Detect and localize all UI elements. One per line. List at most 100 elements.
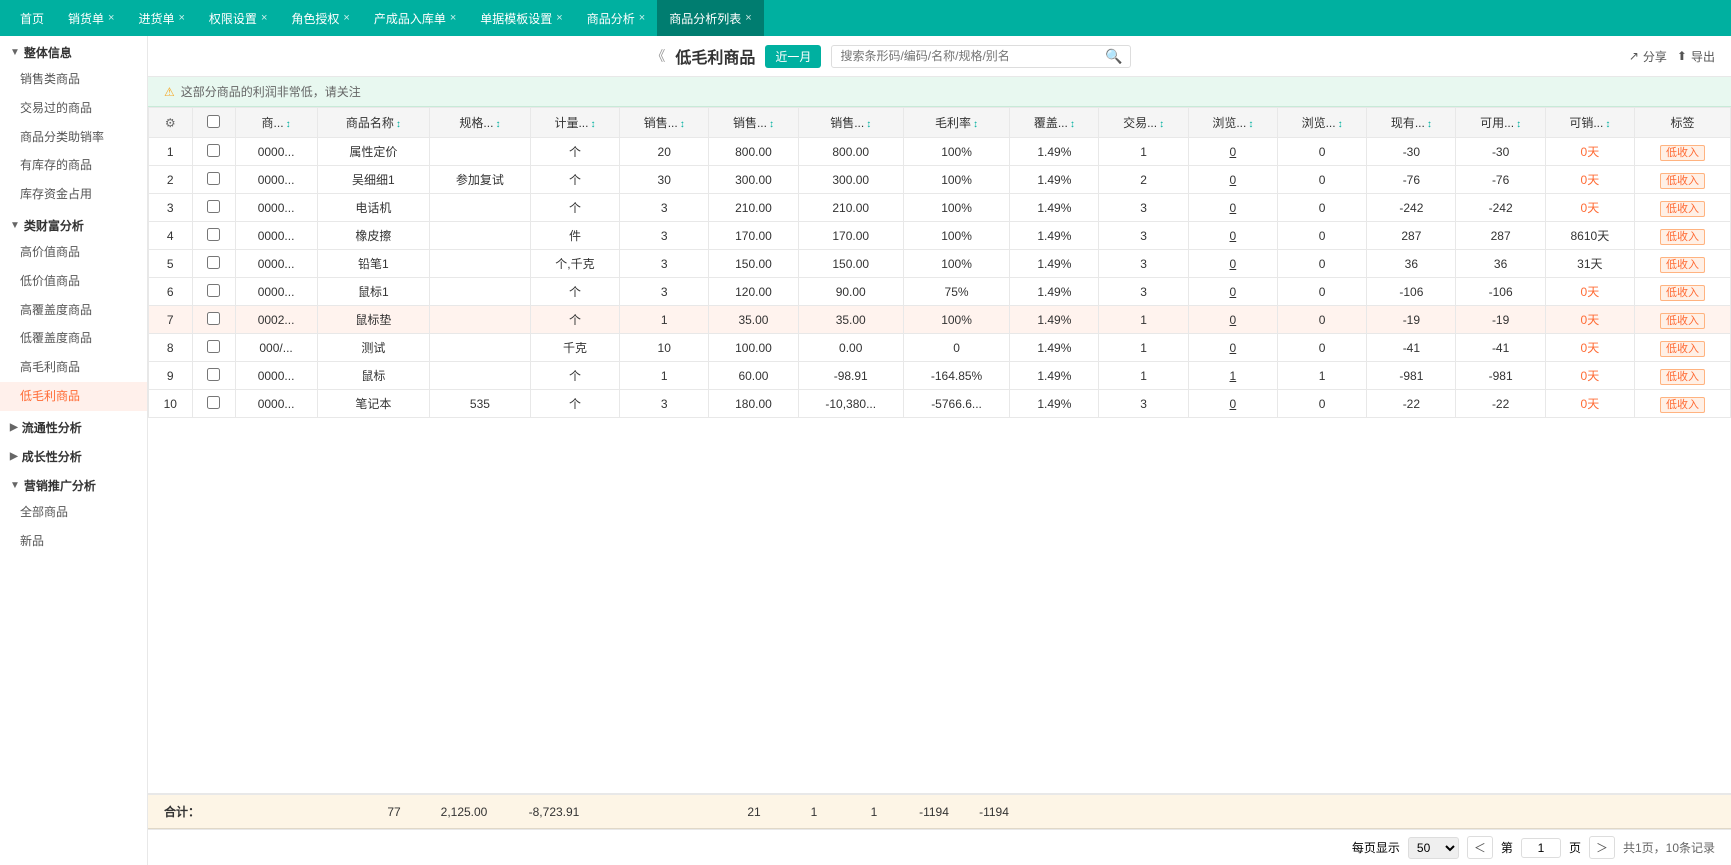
col-spec[interactable]: 规格...↕	[430, 108, 531, 138]
sidebar-item-high-coverage[interactable]: 高覆盖度商品	[0, 296, 147, 325]
sidebar-group-wealth[interactable]: ▼ 类财富分析	[0, 209, 147, 238]
sidebar-item-low-margin[interactable]: 低毛利商品	[0, 382, 147, 411]
sidebar-group-marketing[interactable]: ▼ 营销推广分析	[0, 469, 147, 498]
col-sale-qty[interactable]: 销售...↕	[620, 108, 709, 138]
cell-checkbox[interactable]	[192, 250, 235, 278]
row-checkbox[interactable]	[207, 144, 220, 157]
nav-sales[interactable]: 销货单 ×	[56, 0, 126, 36]
sidebar-item-high-margin[interactable]: 高毛利商品	[0, 353, 147, 382]
row-checkbox[interactable]	[207, 368, 220, 381]
sidebar-item-all-goods[interactable]: 全部商品	[0, 498, 147, 527]
cell-view1[interactable]: 0	[1188, 222, 1277, 250]
view1-link[interactable]: 0	[1230, 285, 1237, 299]
nav-roles-close[interactable]: ×	[343, 12, 349, 24]
sidebar-item-stock-goods[interactable]: 有库存的商品	[0, 151, 147, 180]
sidebar-collapse-btn[interactable]: 《	[651, 46, 665, 66]
cell-view1[interactable]: 0	[1188, 194, 1277, 222]
view1-link[interactable]: 0	[1230, 313, 1237, 327]
view1-link[interactable]: 1	[1230, 369, 1237, 383]
date-filter-button[interactable]: 近一月	[765, 45, 821, 68]
view1-link[interactable]: 0	[1230, 201, 1237, 215]
sidebar-item-low-value[interactable]: 低价值商品	[0, 267, 147, 296]
sidebar-item-stock-funds[interactable]: 库存资金占用	[0, 180, 147, 209]
search-icon[interactable]: 🔍	[1105, 48, 1122, 65]
view1-link[interactable]: 0	[1230, 145, 1237, 159]
nav-permissions[interactable]: 权限设置 ×	[197, 0, 279, 36]
share-button[interactable]: ↗ 分享	[1629, 48, 1667, 65]
nav-product-entry-close[interactable]: ×	[450, 12, 456, 24]
row-checkbox[interactable]	[207, 312, 220, 325]
view1-link[interactable]: 0	[1230, 229, 1237, 243]
nav-roles[interactable]: 角色授权 ×	[279, 0, 361, 36]
select-all-checkbox[interactable]	[207, 115, 220, 128]
nav-purchase[interactable]: 进货单 ×	[126, 0, 196, 36]
cell-view1[interactable]: 0	[1188, 334, 1277, 362]
row-checkbox[interactable]	[207, 228, 220, 241]
view1-link[interactable]: 0	[1230, 257, 1237, 271]
cell-checkbox[interactable]	[192, 306, 235, 334]
col-gross-rate[interactable]: 毛利率↕	[903, 108, 1009, 138]
prev-page-button[interactable]: ＜	[1467, 836, 1493, 859]
col-coverage[interactable]: 覆盖...↕	[1010, 108, 1099, 138]
col-sale-amount[interactable]: 销售...↕	[798, 108, 903, 138]
cell-checkbox[interactable]	[192, 278, 235, 306]
view1-link[interactable]: 0	[1230, 397, 1237, 411]
sidebar-item-new-goods[interactable]: 新品	[0, 527, 147, 556]
cell-checkbox[interactable]	[192, 334, 235, 362]
nav-permissions-close[interactable]: ×	[261, 12, 267, 24]
page-number-input[interactable]	[1521, 838, 1561, 858]
col-unit[interactable]: 计量...↕	[530, 108, 619, 138]
cell-checkbox[interactable]	[192, 166, 235, 194]
sidebar-item-traded-goods[interactable]: 交易过的商品	[0, 94, 147, 123]
table-container[interactable]: ⚙ 商...↕ 商品名称↕ 规格...↕ 计量...↕ 销售...↕ 销售...…	[148, 107, 1731, 793]
nav-template-close[interactable]: ×	[556, 12, 562, 24]
col-sellable[interactable]: 可销...↕	[1545, 108, 1634, 138]
cell-view1[interactable]: 0	[1188, 278, 1277, 306]
nav-sales-close[interactable]: ×	[108, 12, 114, 24]
cell-checkbox[interactable]	[192, 390, 235, 418]
sidebar-item-sales-goods[interactable]: 销售类商品	[0, 65, 147, 94]
cell-checkbox[interactable]	[192, 222, 235, 250]
nav-template[interactable]: 单据模板设置 ×	[468, 0, 574, 36]
row-checkbox[interactable]	[207, 396, 220, 409]
col-view2[interactable]: 浏览...↕	[1277, 108, 1366, 138]
cell-checkbox[interactable]	[192, 138, 235, 166]
sidebar-group-growth[interactable]: ▶ 成长性分析	[0, 440, 147, 469]
col-trade[interactable]: 交易...↕	[1099, 108, 1188, 138]
sidebar-group-circulation[interactable]: ▶ 流通性分析	[0, 411, 147, 440]
sidebar-item-low-coverage[interactable]: 低覆盖度商品	[0, 324, 147, 353]
row-checkbox[interactable]	[207, 284, 220, 297]
sidebar-item-category-rate[interactable]: 商品分类助销率	[0, 123, 147, 152]
search-input[interactable]	[840, 49, 1105, 63]
nav-home[interactable]: 首页	[8, 0, 56, 36]
col-code[interactable]: 商...↕	[235, 108, 317, 138]
export-button[interactable]: ⬆ 导出	[1677, 48, 1715, 65]
col-sale-price[interactable]: 销售...↕	[709, 108, 798, 138]
col-settings[interactable]: ⚙	[149, 108, 193, 138]
col-checkbox[interactable]	[192, 108, 235, 138]
row-checkbox[interactable]	[207, 256, 220, 269]
col-current[interactable]: 现有...↕	[1367, 108, 1456, 138]
per-page-select[interactable]: 10 20 50 100	[1408, 837, 1459, 859]
nav-product-entry[interactable]: 产成品入库单 ×	[362, 0, 468, 36]
nav-product-analysis-list[interactable]: 商品分析列表 ×	[657, 0, 763, 36]
cell-view1[interactable]: 0	[1188, 250, 1277, 278]
view1-link[interactable]: 0	[1230, 341, 1237, 355]
row-checkbox[interactable]	[207, 340, 220, 353]
sidebar-item-high-value[interactable]: 高价值商品	[0, 238, 147, 267]
nav-product-analysis[interactable]: 商品分析 ×	[575, 0, 657, 36]
col-name[interactable]: 商品名称↕	[317, 108, 429, 138]
col-available[interactable]: 可用...↕	[1456, 108, 1545, 138]
cell-view1[interactable]: 0	[1188, 138, 1277, 166]
cell-checkbox[interactable]	[192, 194, 235, 222]
cell-checkbox[interactable]	[192, 362, 235, 390]
row-checkbox[interactable]	[207, 200, 220, 213]
cell-view1[interactable]: 0	[1188, 306, 1277, 334]
row-checkbox[interactable]	[207, 172, 220, 185]
cell-view1[interactable]: 1	[1188, 362, 1277, 390]
cell-view1[interactable]: 0	[1188, 390, 1277, 418]
next-page-button[interactable]: ＞	[1589, 836, 1615, 859]
nav-purchase-close[interactable]: ×	[178, 12, 184, 24]
cell-view1[interactable]: 0	[1188, 166, 1277, 194]
nav-product-analysis-close[interactable]: ×	[639, 12, 645, 24]
